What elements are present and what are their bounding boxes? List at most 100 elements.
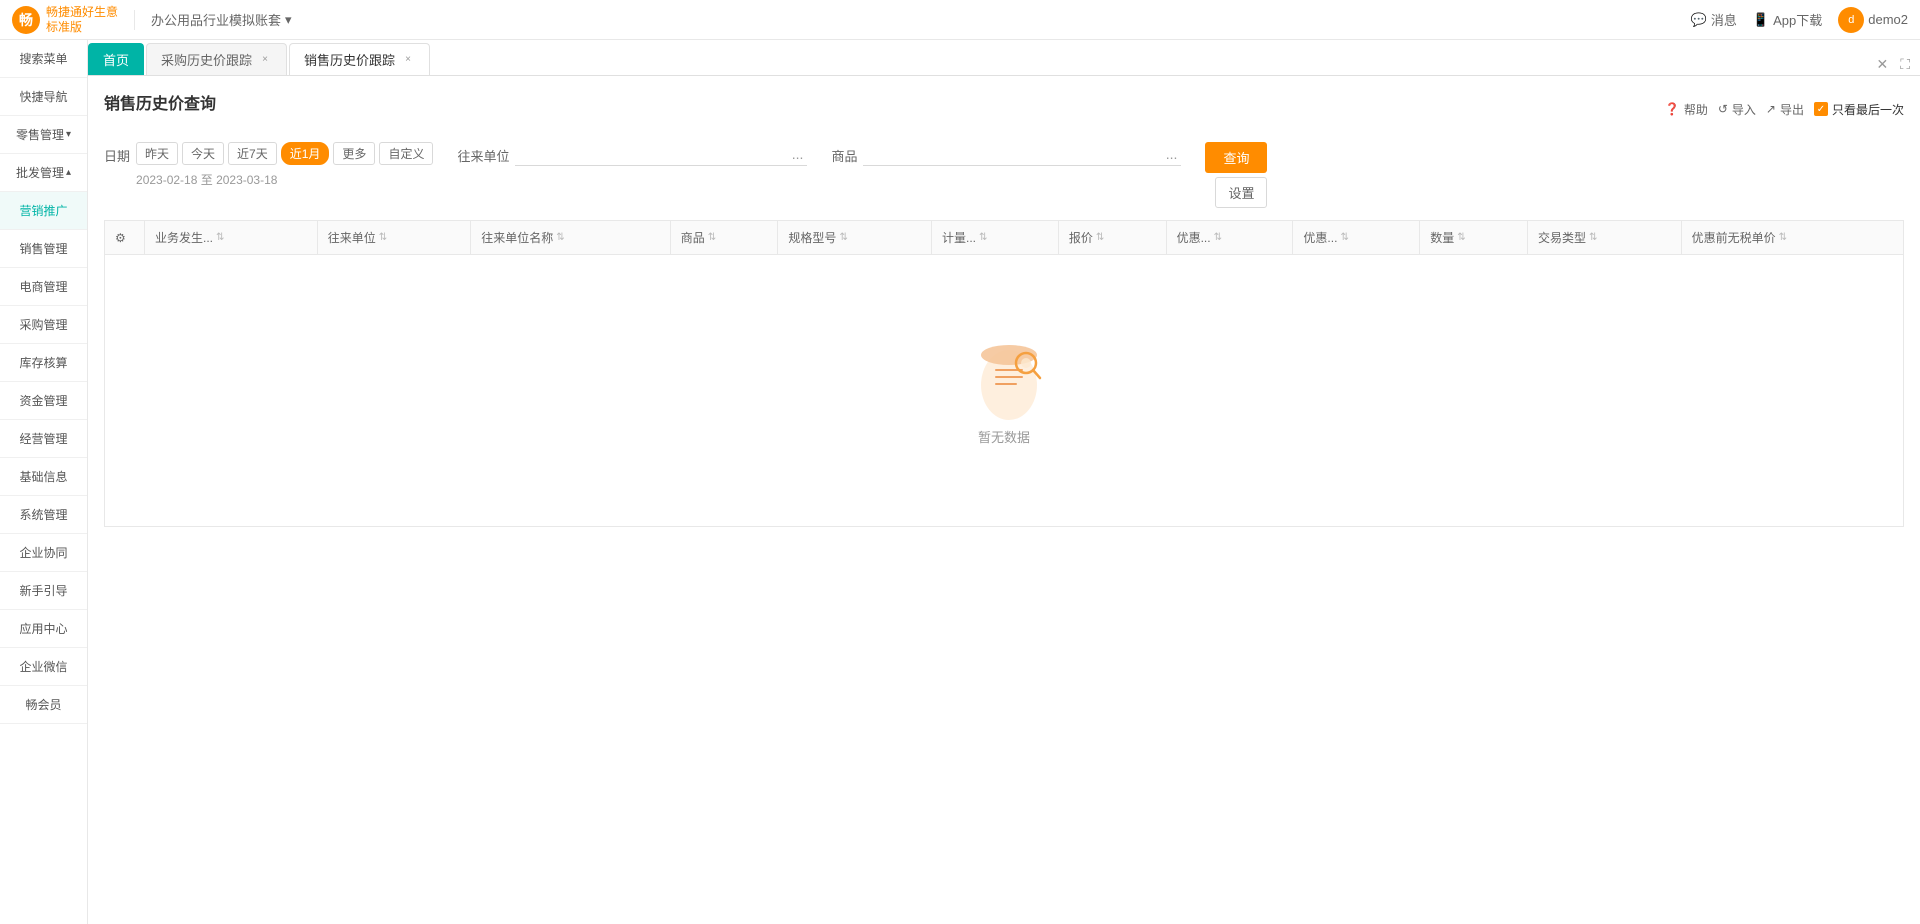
product-dots[interactable]: ... <box>1166 146 1178 162</box>
col-product[interactable]: 商品 ⇅ <box>670 221 778 255</box>
sidebar-item-enterprise[interactable]: 企业协同 <box>0 534 87 572</box>
sidebar-item-system[interactable]: 系统管理 <box>0 496 87 534</box>
date-today[interactable]: 今天 <box>182 142 224 165</box>
sidebar-item-marketing[interactable]: 营销推广 <box>0 192 87 230</box>
tab-bar-actions: ✕ ⛶ <box>1874 54 1920 75</box>
app-header: 畅 畅捷通好生意 标准版 办公用品行业模拟账套 ▾ 💬 消息 📱 App下载 d… <box>0 0 1920 40</box>
sort-icon: ⇅ <box>556 232 564 243</box>
sort-icon: ⇅ <box>1779 232 1787 243</box>
table-area: ⚙ 业务发生... ⇅ 往来单位 <box>104 220 1904 527</box>
tab-bar: 首页 采购历史价跟踪 × 销售历史价跟踪 × ✕ ⛶ <box>88 40 1920 76</box>
empty-state: 暂无数据 <box>105 255 1903 526</box>
header-left: 畅 畅捷通好生意 标准版 办公用品行业模拟账套 ▾ <box>12 5 292 34</box>
import-icon: ↺ <box>1718 102 1728 116</box>
chevron-up-icon: ▴ <box>66 167 71 178</box>
col-partner-code[interactable]: 往来单位 ⇅ <box>317 221 471 255</box>
sort-icon: ⇅ <box>379 232 387 243</box>
settings-button[interactable]: 设置 <box>1215 177 1267 208</box>
only-last-checkbox[interactable]: ✓ 只看最后一次 <box>1814 101 1904 118</box>
col-quote[interactable]: 报价 ⇅ <box>1058 221 1166 255</box>
close-window-icon[interactable]: ✕ <box>1874 54 1890 75</box>
date-filter: 日期 昨天 今天 近7天 近1月 更多 自定义 2023-02-18 至 202… <box>104 142 433 188</box>
sidebar-item-wholesale-mgmt[interactable]: 批发管理 ▴ <box>0 154 87 192</box>
logo-text: 畅捷通好生意 标准版 <box>46 5 118 34</box>
tab-home[interactable]: 首页 <box>88 43 144 75</box>
partner-input[interactable] <box>515 142 807 166</box>
date-options: 昨天 今天 近7天 近1月 更多 自定义 2023-02-18 至 2023-0… <box>136 142 433 188</box>
sidebar-item-ecommerce[interactable]: 电商管理 <box>0 268 87 306</box>
product-input[interactable] <box>863 142 1181 166</box>
app-title-select[interactable]: 办公用品行业模拟账套 ▾ <box>151 10 292 29</box>
sidebar-item-quick-nav[interactable]: 快捷导航 <box>0 78 87 116</box>
col-discount1[interactable]: 优惠... ⇅ <box>1166 221 1293 255</box>
sidebar-item-finance[interactable]: 资金管理 <box>0 382 87 420</box>
partner-filter: 往来单位 ... <box>457 142 807 166</box>
user-profile[interactable]: d demo2 <box>1838 7 1908 33</box>
tab-purchase-history[interactable]: 采购历史价跟踪 × <box>146 43 287 75</box>
help-action[interactable]: ❓ 帮助 <box>1665 101 1708 118</box>
empty-text: 暂无数据 <box>978 427 1030 446</box>
col-biz-date[interactable]: 业务发生... ⇅ <box>145 221 318 255</box>
col-settings[interactable]: ⚙ <box>105 221 145 255</box>
sidebar-item-inventory[interactable]: 库存核算 <box>0 344 87 382</box>
partner-input-wrap: ... <box>515 142 807 166</box>
table-header: ⚙ 业务发生... ⇅ 往来单位 <box>105 221 1904 255</box>
chevron-down-icon: ▾ <box>66 129 71 140</box>
message-nav[interactable]: 💬 消息 <box>1691 10 1737 29</box>
import-action[interactable]: ↺ 导入 <box>1718 101 1756 118</box>
export-action[interactable]: ↗ 导出 <box>1766 101 1804 118</box>
logo-area: 畅 畅捷通好生意 标准版 <box>12 5 118 34</box>
tab-close-sales[interactable]: × <box>401 53 415 67</box>
sort-icon: ⇅ <box>1589 232 1597 243</box>
date-buttons: 昨天 今天 近7天 近1月 更多 自定义 <box>136 142 433 165</box>
col-spec[interactable]: 规格型号 ⇅ <box>778 221 932 255</box>
data-table: ⚙ 业务发生... ⇅ 往来单位 <box>104 220 1904 527</box>
avatar: d <box>1838 7 1864 33</box>
sort-icon: ⇅ <box>979 232 987 243</box>
date-1month[interactable]: 近1月 <box>281 142 330 165</box>
col-unit[interactable]: 计量... ⇅ <box>932 221 1059 255</box>
sidebar-item-app-center[interactable]: 应用中心 <box>0 610 87 648</box>
sidebar-item-purchase-mgmt[interactable]: 采购管理 <box>0 306 87 344</box>
date-range: 2023-02-18 至 2023-03-18 <box>136 169 433 188</box>
logo-icon: 畅 <box>12 6 40 34</box>
action-buttons: 查询 设置 <box>1205 142 1267 208</box>
help-icon: ❓ <box>1665 102 1680 116</box>
sort-icon: ⇅ <box>1457 232 1465 243</box>
sidebar-item-search-menu[interactable]: 搜索菜单 <box>0 40 87 78</box>
date-7days[interactable]: 近7天 <box>228 142 277 165</box>
main-layout: 搜索菜单 快捷导航 零售管理 ▾ 批发管理 ▴ 营销推广 销售管理 电商管理 采… <box>0 40 1920 924</box>
sort-icon: ⇅ <box>708 232 716 243</box>
col-quantity[interactable]: 数量 ⇅ <box>1420 221 1528 255</box>
export-icon: ↗ <box>1766 102 1776 116</box>
sidebar-item-member[interactable]: 畅会员 <box>0 686 87 724</box>
query-button[interactable]: 查询 <box>1205 142 1267 173</box>
date-yesterday[interactable]: 昨天 <box>136 142 178 165</box>
tab-close-purchase[interactable]: × <box>258 53 272 67</box>
settings-icon: ⚙ <box>115 231 126 245</box>
tab-sales-history[interactable]: 销售历史价跟踪 × <box>289 43 430 75</box>
message-icon: 💬 <box>1691 12 1707 28</box>
sort-icon: ⇅ <box>1214 232 1222 243</box>
col-partner-name[interactable]: 往来单位名称 ⇅ <box>471 221 670 255</box>
app-download-nav[interactable]: 📱 App下载 <box>1753 10 1822 29</box>
col-pre-tax-price[interactable]: 优惠前无税单价 ⇅ <box>1681 221 1903 255</box>
sidebar-item-enterprise-wechat[interactable]: 企业微信 <box>0 648 87 686</box>
sidebar-item-operations[interactable]: 经营管理 <box>0 420 87 458</box>
sidebar-item-newbie[interactable]: 新手引导 <box>0 572 87 610</box>
col-discount2[interactable]: 优惠... ⇅ <box>1293 221 1420 255</box>
sidebar-item-retail-mgmt[interactable]: 零售管理 ▾ <box>0 116 87 154</box>
sidebar-item-basics[interactable]: 基础信息 <box>0 458 87 496</box>
chevron-down-icon: ▾ <box>285 12 292 28</box>
col-trade-type[interactable]: 交易类型 ⇅ <box>1528 221 1682 255</box>
header-right: 💬 消息 📱 App下载 d demo2 <box>1691 7 1908 33</box>
sidebar-item-sales-mgmt[interactable]: 销售管理 <box>0 230 87 268</box>
partner-dots[interactable]: ... <box>792 146 804 162</box>
sort-icon: ⇅ <box>1340 232 1348 243</box>
checkbox-icon: ✓ <box>1814 102 1828 116</box>
date-custom[interactable]: 自定义 <box>379 142 433 165</box>
date-more[interactable]: 更多 <box>333 142 375 165</box>
sort-icon: ⇅ <box>216 232 224 243</box>
mobile-icon: 📱 <box>1753 12 1769 28</box>
maximize-icon[interactable]: ⛶ <box>1898 54 1912 75</box>
